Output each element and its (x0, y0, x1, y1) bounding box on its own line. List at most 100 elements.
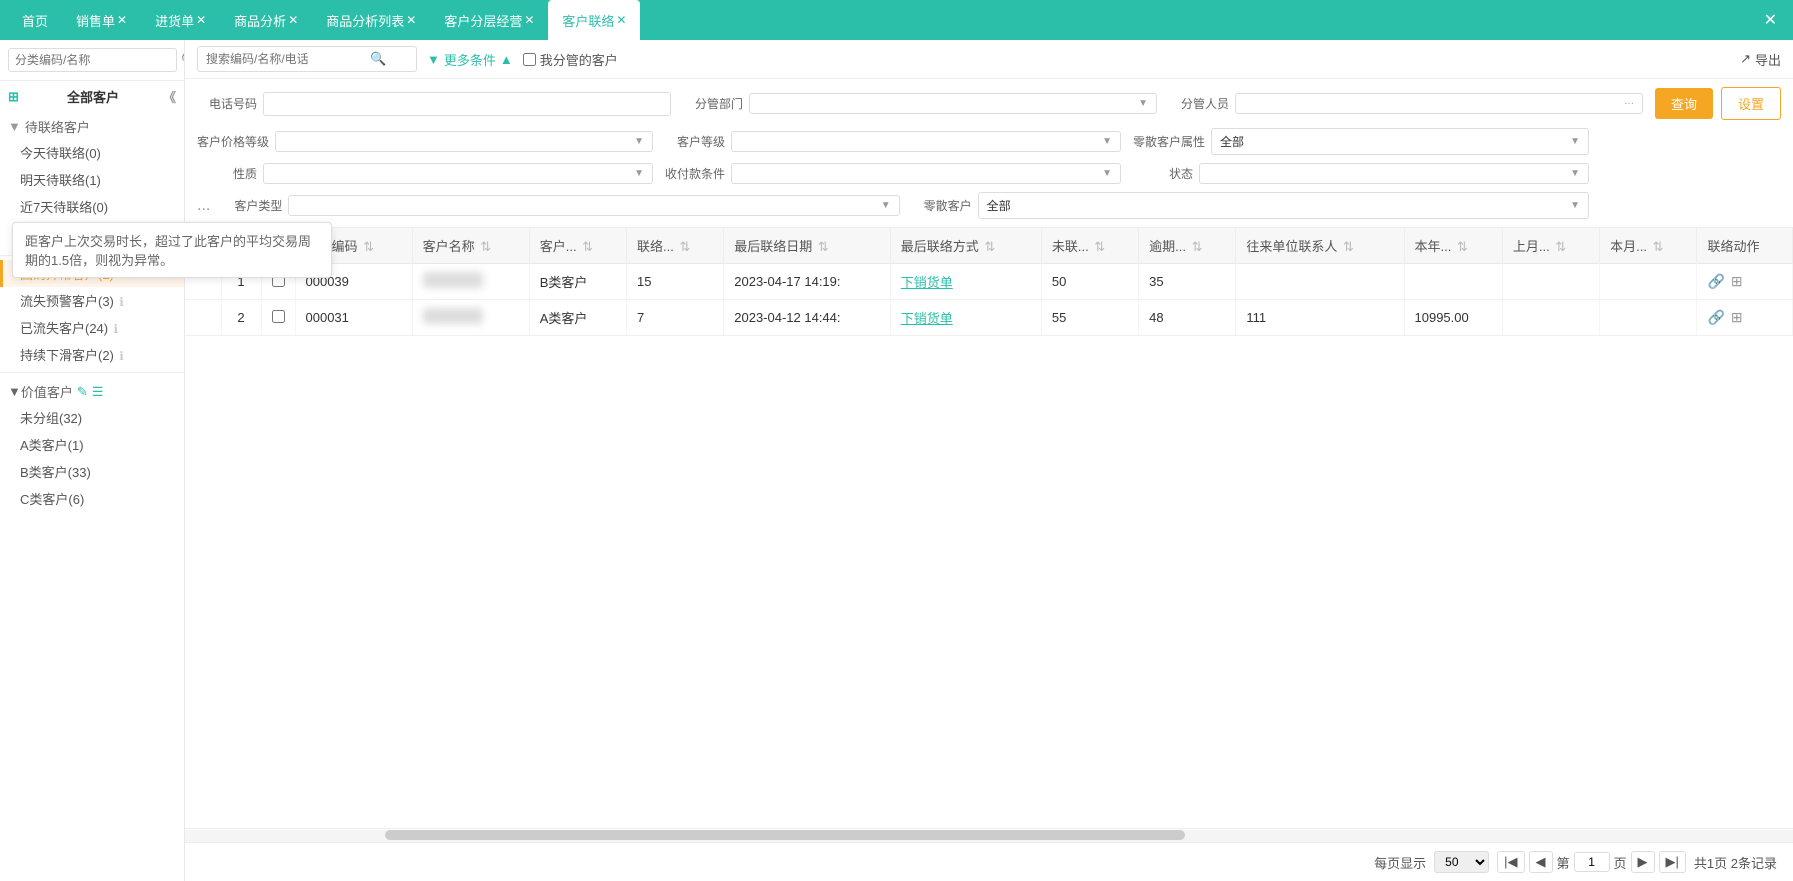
my-customers-checkbox[interactable] (523, 53, 536, 66)
settings-btn[interactable]: 设置 (1721, 87, 1781, 120)
col-customer-type: 客户... ⇅ (529, 228, 626, 264)
row1-grid-icon[interactable]: ⊞ (1731, 273, 1743, 290)
sort-thismonth-icon[interactable]: ⇅ (1653, 239, 1664, 254)
row1-link-icon[interactable]: 🔗 (1707, 273, 1724, 290)
nav-purchase-close[interactable]: ✕ (196, 13, 206, 27)
nav-sales-close[interactable]: ✕ (117, 13, 127, 27)
sort-contact-icon[interactable]: ⇅ (679, 239, 690, 254)
dots-btn[interactable]: ... (197, 197, 210, 215)
add-icon[interactable]: ☰ (92, 384, 104, 400)
row2-grid-icon[interactable]: ⊞ (1731, 309, 1743, 326)
sidebar-pending-title[interactable]: ▼ 待联络客户 (0, 112, 184, 139)
row1-name (412, 264, 529, 300)
customer-type-label: 客户类型 (222, 197, 282, 214)
nav-product-list-close[interactable]: ✕ (406, 13, 416, 27)
sidebar-churn-warning[interactable]: 流失预警客户(3) ℹ (0, 287, 184, 314)
gender-label: 性质 (197, 165, 257, 182)
phone-input[interactable] (263, 92, 671, 116)
window-close-btn[interactable]: ✕ (1756, 10, 1785, 30)
gender-select[interactable]: ▼ (263, 163, 653, 184)
filter-icon: ▼ (427, 52, 440, 67)
status-label: 状态 (1133, 165, 1193, 182)
sidebar-ungrouped[interactable]: 未分组(32) (0, 404, 184, 431)
sort-method-icon[interactable]: ⇅ (984, 239, 995, 254)
retail-customer-select[interactable]: 全部 ▼ (978, 192, 1589, 219)
nav-sales[interactable]: 销售单 ✕ (62, 0, 141, 40)
row1-this-month (1600, 264, 1697, 300)
export-btn[interactable]: ↗ 导出 (1740, 50, 1781, 69)
row1-method[interactable]: 下销货单 (890, 264, 1041, 300)
retail-attr-select[interactable]: 全部 ▼ (1211, 128, 1589, 155)
nav-customer-tier[interactable]: 客户分层经营 ✕ (430, 0, 548, 40)
nav-purchase[interactable]: 进货单 ✕ (141, 0, 220, 40)
info-icon3: ℹ (113, 322, 118, 336)
nav-product-analysis[interactable]: 商品分析 ✕ (220, 0, 312, 40)
nav-customer-contact-close[interactable]: ✕ (616, 13, 626, 27)
payment-select[interactable]: ▼ (731, 163, 1121, 184)
prev-page-btn[interactable]: ◀ (1529, 851, 1553, 873)
edit-icon[interactable]: ✎ (77, 384, 88, 400)
page-input[interactable] (1574, 852, 1610, 872)
row1-date: 2023-04-17 14:19: (724, 264, 890, 300)
sort-uncontacted-icon[interactable]: ⇅ (1094, 239, 1105, 254)
nav-product-analysis-close[interactable]: ✕ (288, 13, 298, 27)
payment-label: 收付款条件 (665, 165, 725, 182)
filter-search-input[interactable] (206, 52, 366, 66)
customer-type-select[interactable]: ▼ (288, 195, 899, 216)
first-page-btn[interactable]: |◀ (1497, 851, 1524, 873)
col-last-contact-method: 最后联络方式 ⇅ (890, 228, 1041, 264)
row2-uncontacted: 55 (1041, 300, 1138, 336)
sidebar-tomorrow-pending[interactable]: 明天待联络(1) (0, 166, 184, 193)
nav-customer-contact[interactable]: 客户联络 ✕ (548, 0, 640, 40)
sidebar-churned[interactable]: 已流失客户(24) ℹ (0, 314, 184, 341)
filter-my-customers[interactable]: 我分管的客户 (523, 50, 618, 69)
nav-product-list[interactable]: 商品分析列表 ✕ (312, 0, 430, 40)
h-scrollbar (185, 828, 1793, 842)
retail-customer-label: 零散客户 (912, 197, 972, 214)
query-btn[interactable]: 查询 (1655, 88, 1713, 119)
dept-select[interactable]: ▼ (749, 93, 1157, 114)
sort-name-icon[interactable]: ⇅ (480, 239, 491, 254)
status-select[interactable]: ▼ (1199, 163, 1589, 184)
sidebar-declining[interactable]: 持续下滑客户(2) ℹ (0, 341, 184, 368)
nav-customer-tier-close[interactable]: ✕ (524, 13, 534, 27)
sort-thisyear-icon[interactable]: ⇅ (1457, 239, 1468, 254)
h-scroll-track[interactable] (185, 830, 1793, 842)
sidebar-collapse-icon[interactable]: 《 (163, 87, 176, 106)
sidebar-b-class[interactable]: B类客户(33) (0, 458, 184, 485)
row2-method[interactable]: 下销货单 (890, 300, 1041, 336)
sidebar-all-customers[interactable]: ⊞ 全部客户 《 (0, 81, 184, 112)
sort-type-icon[interactable]: ⇅ (582, 239, 593, 254)
nav-home[interactable]: 首页 (8, 0, 62, 40)
next-page-btn[interactable]: ▶ (1631, 851, 1655, 873)
sidebar-c-class[interactable]: C类客户(6) (0, 485, 184, 512)
sidebar-a-class[interactable]: A类客户(1) (0, 431, 184, 458)
manager-select[interactable]: ··· (1235, 93, 1643, 114)
row2-select[interactable] (272, 310, 285, 323)
sort-code-icon[interactable]: ⇅ (363, 239, 374, 254)
sidebar-value-title[interactable]: ▼ 价值客户 ✎ ☰ (0, 377, 184, 404)
sidebar-today-pending[interactable]: 今天待联络(0) (0, 139, 184, 166)
sidebar-7day-pending[interactable]: 近7天待联络(0) (0, 193, 184, 220)
info-icon2: ℹ (119, 295, 124, 309)
sidebar-search-input[interactable] (8, 48, 177, 72)
sort-company-icon[interactable]: ⇅ (1343, 239, 1354, 254)
sort-date-icon[interactable]: ⇅ (818, 239, 829, 254)
customer-level-select[interactable]: ▼ (731, 131, 1121, 152)
last-page-btn[interactable]: ▶| (1659, 851, 1686, 873)
filter-more-btn[interactable]: ▼ 更多条件 ▲ (427, 50, 513, 69)
row1-method-link[interactable]: 下销货单 (901, 275, 953, 290)
filter-retail-attr: 零散客户属性 全部 ▼ (1133, 128, 1589, 155)
sort-overdue-icon[interactable]: ⇅ (1192, 239, 1203, 254)
filter-status: 状态 ▼ (1133, 163, 1589, 184)
filter-search-icon[interactable]: 🔍 (370, 51, 386, 67)
row2-method-link[interactable]: 下销货单 (901, 311, 953, 326)
main-layout: 🔍 ⊞ 全部客户 《 ▼ 待联络客户 今天待联络(0) 明天待联络(1) 近7天… (0, 40, 1793, 881)
row2-settings (185, 300, 221, 336)
col-overdue: 逾期... ⇅ (1139, 228, 1236, 264)
per-page-select[interactable]: 10 20 50 100 (1434, 851, 1489, 873)
retail-attr-chevron-icon: ▼ (1570, 136, 1580, 147)
sort-lastmonth-icon[interactable]: ⇅ (1555, 239, 1566, 254)
price-level-select[interactable]: ▼ (275, 131, 653, 152)
row2-link-icon[interactable]: 🔗 (1707, 309, 1724, 326)
